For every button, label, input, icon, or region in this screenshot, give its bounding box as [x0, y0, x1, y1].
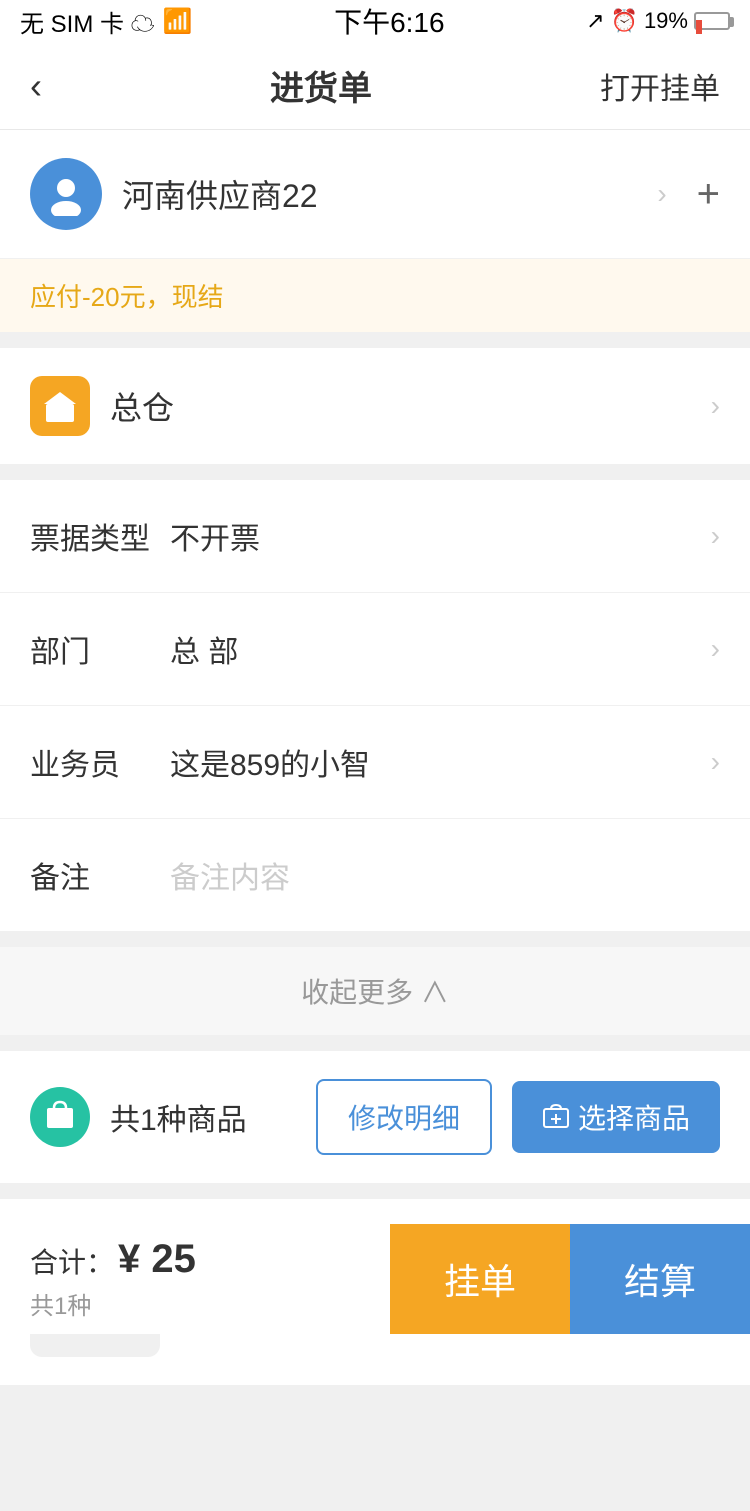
status-time: 下午6:16 [334, 1, 445, 41]
total-count: 共1种 [30, 1286, 360, 1321]
back-button[interactable]: ‹ [30, 65, 42, 107]
field-placeholder-remark: 备注内容 [170, 853, 720, 897]
field-salesperson[interactable]: 业务员 这是859的小智 › [0, 706, 750, 819]
product-header-section: 共1种商品 修改明细 选择商品 [0, 1051, 750, 1183]
product-count-icon [30, 1087, 90, 1147]
notice-text: 应付-20元，现结 [30, 282, 224, 312]
settle-button[interactable]: 结算 [570, 1224, 750, 1334]
sim-label: 无 SIM 卡 ☁ [20, 4, 155, 39]
bottom-bar: 合计： ¥ 25 共1种 挂单 结算 [0, 1224, 750, 1334]
sales-chevron-icon: › [711, 746, 720, 778]
select-product-label: 选择商品 [578, 1097, 690, 1137]
select-product-button[interactable]: 选择商品 [512, 1081, 720, 1153]
suspend-button[interactable]: 挂单 [390, 1224, 570, 1334]
dept-chevron-icon: › [711, 633, 720, 665]
wifi-icon: 📶 [163, 7, 193, 36]
open-pending-button[interactable]: 打开挂单 [600, 64, 720, 108]
supplier-section: 河南供应商22 › + 应付-20元，现结 [0, 130, 750, 332]
collapse-label: 收起更多 ∧ [301, 977, 449, 1008]
edit-detail-button[interactable]: 修改明细 [316, 1079, 492, 1155]
field-remark[interactable]: 备注 备注内容 [0, 819, 750, 931]
notice-bar: 应付-20元，现结 [0, 259, 750, 332]
warehouse-chevron-icon: › [711, 390, 720, 422]
supplier-avatar [30, 158, 102, 230]
supplier-name: 河南供应商22 [122, 171, 657, 217]
status-right: ↗ ⏰ 19% [586, 8, 730, 34]
add-supplier-button[interactable]: + [697, 172, 720, 217]
field-label-invoice: 票据类型 [30, 514, 170, 558]
warehouse-row[interactable]: 总仓 › [0, 348, 750, 464]
warehouse-icon [30, 376, 90, 436]
product-header: 共1种商品 修改明细 选择商品 [0, 1051, 750, 1183]
status-bar: 无 SIM 卡 ☁ 📶 下午6:16 ↗ ⏰ 19% [0, 0, 750, 42]
field-label-dept: 部门 [30, 627, 170, 671]
fields-section: 票据类型 不开票 › 部门 总 部 › 业务员 这是859的小智 › 备注 备注… [0, 480, 750, 931]
warehouse-section: 总仓 › [0, 348, 750, 464]
total-label: 合计： [30, 1241, 114, 1281]
field-value-sales: 这是859的小智 [170, 740, 711, 784]
total-section: 合计： ¥ 25 共1种 [0, 1224, 390, 1334]
location-icon: ↗ [586, 8, 604, 34]
battery-label: 19% [644, 8, 688, 34]
supplier-chevron-icon: › [657, 178, 666, 210]
status-left: 无 SIM 卡 ☁ 📶 [20, 4, 193, 39]
field-value-invoice: 不开票 [170, 514, 711, 558]
product-count-label: 共1种商品 [110, 1095, 296, 1139]
field-invoice-type[interactable]: 票据类型 不开票 › [0, 480, 750, 593]
supplier-row[interactable]: 河南供应商22 › + [0, 130, 750, 259]
alarm-icon: ⏰ [611, 8, 638, 34]
total-amount: ¥ 25 [118, 1237, 196, 1282]
page-title: 进货单 [270, 61, 372, 110]
collapse-toggle[interactable]: 收起更多 ∧ [0, 947, 750, 1035]
field-value-dept: 总 部 [170, 627, 711, 671]
nav-bar: ‹ 进货单 打开挂单 [0, 42, 750, 130]
field-label-remark: 备注 [30, 853, 170, 897]
battery-icon [694, 12, 730, 30]
invoice-chevron-icon: › [711, 520, 720, 552]
warehouse-name: 总仓 [110, 383, 711, 429]
field-department[interactable]: 部门 总 部 › [0, 593, 750, 706]
field-label-sales: 业务员 [30, 740, 170, 784]
